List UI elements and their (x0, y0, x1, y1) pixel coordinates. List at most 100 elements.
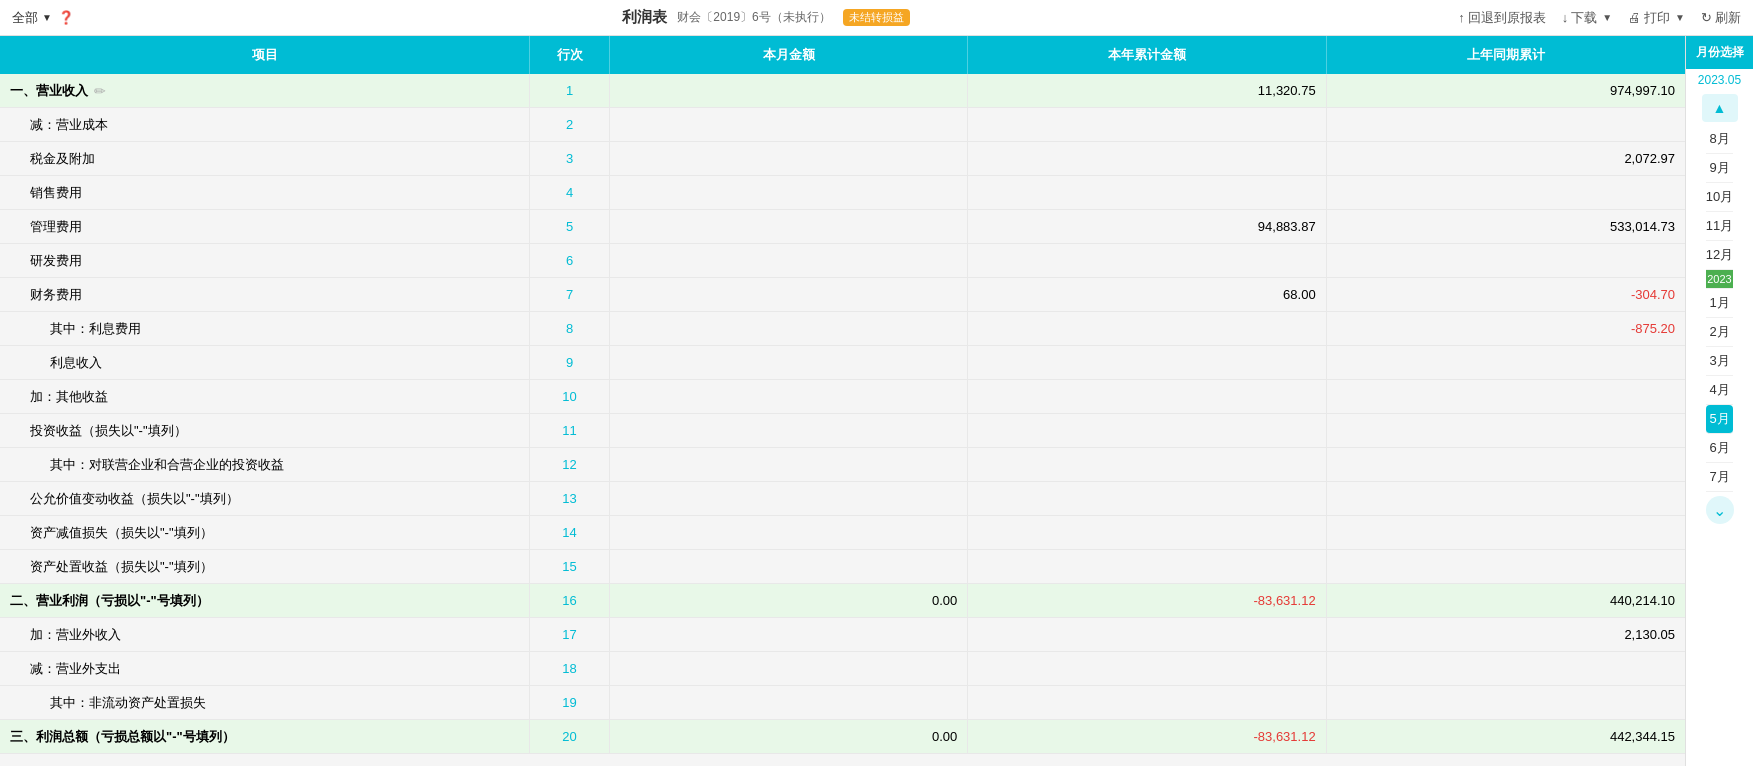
refresh-button[interactable]: ↻ 刷新 (1701, 9, 1741, 27)
cell-row-number: 6 (530, 244, 610, 277)
cell-item: 公允价值变动收益（损失以"-"填列） (0, 482, 530, 515)
sidebar-month-item[interactable]: 11月 (1706, 212, 1733, 241)
sidebar: 月份选择 2023.05 ▲ 8月9月10月11月12月20231月2月3月4月… (1685, 36, 1753, 766)
table-row: 减：营业外支出18 (0, 652, 1685, 686)
cell-row-number: 12 (530, 448, 610, 481)
cell-item: 减：营业外支出 (0, 652, 530, 685)
cell-prev-amount (1327, 652, 1685, 685)
cell-month-amount (610, 482, 968, 515)
cell-ytd-amount (968, 652, 1326, 685)
cell-prev-amount (1327, 380, 1685, 413)
table-row: 加：营业外收入172,130.05 (0, 618, 1685, 652)
download-dropdown-icon: ▼ (1602, 12, 1612, 23)
item-label: 税金及附加 (30, 150, 95, 168)
cell-month-amount (610, 176, 968, 209)
item-label: 公允价值变动收益（损失以"-"填列） (30, 490, 239, 508)
cell-prev-amount (1327, 346, 1685, 379)
back-to-original-button[interactable]: ↑ 回退到原报表 (1458, 9, 1546, 27)
sidebar-month-item[interactable]: 4月 (1706, 376, 1733, 405)
item-label: 加：营业外收入 (30, 626, 121, 644)
cell-row-number: 4 (530, 176, 610, 209)
cell-row-number: 15 (530, 550, 610, 583)
cell-item: 减：营业成本 (0, 108, 530, 141)
table-row: 减：营业成本 2 (0, 108, 1685, 142)
cell-ytd-amount (968, 550, 1326, 583)
cell-ytd-amount: 94,883.87 (968, 210, 1326, 243)
print-dropdown-icon: ▼ (1675, 12, 1685, 23)
cell-month-amount (610, 380, 968, 413)
cell-row-number: 20 (530, 720, 610, 753)
cell-month-amount (610, 346, 968, 379)
all-dropdown[interactable]: 全部 ▼ (12, 9, 52, 27)
cell-prev-amount: 440,214.10 (1327, 584, 1685, 617)
cell-month-amount (610, 142, 968, 175)
cell-item: 三、利润总额（亏损总额以"-"号填列） (0, 720, 530, 753)
item-label: 投资收益（损失以"-"填列） (30, 422, 187, 440)
edit-icon[interactable]: ✏ (94, 83, 106, 99)
cell-prev-amount (1327, 108, 1685, 141)
cell-month-amount (610, 210, 968, 243)
sidebar-month-item[interactable]: 7月 (1706, 463, 1733, 492)
sidebar-month-item[interactable]: 3月 (1706, 347, 1733, 376)
sidebar-month-item[interactable]: 2023 (1706, 270, 1733, 289)
item-label: 减：营业成本 (30, 116, 108, 134)
cell-month-amount (610, 108, 968, 141)
cell-month-amount (610, 278, 968, 311)
header-ytd: 本年累计金额 (968, 36, 1326, 74)
header-item: 项目 (0, 36, 530, 74)
table-row: 其中：对联营企业和合营企业的投资收益12 (0, 448, 1685, 482)
cell-ytd-amount (968, 448, 1326, 481)
sidebar-month-item[interactable]: 12月 (1706, 241, 1733, 270)
cell-item: 二、营业利润（亏损以"-"号填列） (0, 584, 530, 617)
table-row: 其中：利息费用8-875.20 (0, 312, 1685, 346)
sidebar-month-item[interactable]: 2月 (1706, 318, 1733, 347)
cell-ytd-amount (968, 686, 1326, 719)
item-label: 一、营业收入 (10, 82, 88, 100)
cell-row-number: 11 (530, 414, 610, 447)
sidebar-month-item[interactable]: 8月 (1706, 125, 1733, 154)
cell-row-number: 2 (530, 108, 610, 141)
cell-month-amount (610, 74, 968, 107)
sidebar-month-item[interactable]: 1月 (1706, 289, 1733, 318)
download-button[interactable]: ↓ 下载 ▼ (1562, 9, 1612, 27)
cell-prev-amount: -304.70 (1327, 278, 1685, 311)
sidebar-month-item[interactable]: 6月 (1706, 434, 1733, 463)
cell-item: 其中：对联营企业和合营企业的投资收益 (0, 448, 530, 481)
cell-item: 管理费用 (0, 210, 530, 243)
table-row: 管理费用594,883.87533,014.73 (0, 210, 1685, 244)
table-row: 投资收益（损失以"-"填列） 11 (0, 414, 1685, 448)
sidebar-month-item[interactable]: 9月 (1706, 154, 1733, 183)
sidebar-date: 2023.05 (1698, 69, 1741, 91)
help-icon[interactable]: ❓ (58, 10, 74, 25)
cell-prev-amount (1327, 176, 1685, 209)
cell-ytd-amount: 68.00 (968, 278, 1326, 311)
cell-row-number: 14 (530, 516, 610, 549)
cell-ytd-amount: 11,320.75 (968, 74, 1326, 107)
cell-prev-amount (1327, 244, 1685, 277)
sidebar-month-item[interactable]: 10月 (1706, 183, 1733, 212)
table-row: 一、营业收入✏111,320.75974,997.10 (0, 74, 1685, 108)
table-row: 加：其他收益10 (0, 380, 1685, 414)
cell-item: 利息收入 (0, 346, 530, 379)
sidebar-up-button[interactable]: ▲ (1702, 94, 1738, 122)
cell-row-number: 8 (530, 312, 610, 345)
cell-prev-amount: 974,997.10 (1327, 74, 1685, 107)
cell-item: 一、营业收入 ✏ (0, 74, 530, 107)
item-label: 资产处置收益（损失以"-"填列） (30, 558, 213, 576)
cell-prev-amount (1327, 686, 1685, 719)
cell-ytd-amount (968, 312, 1326, 345)
cell-month-amount: 0.00 (610, 720, 968, 753)
cell-prev-amount: 2,130.05 (1327, 618, 1685, 651)
cell-item: 加：其他收益 (0, 380, 530, 413)
cell-ytd-amount (968, 618, 1326, 651)
cell-item: 税金及附加 (0, 142, 530, 175)
sidebar-month-item[interactable]: 5月 (1706, 405, 1733, 434)
sidebar-expand-button[interactable]: ⌄ (1706, 496, 1734, 524)
table-row: 资产减值损失（损失以"-"填列）14 (0, 516, 1685, 550)
main-container: 项目 行次 本月金额 本年累计金额 上年同期累计 一、营业收入✏111,320.… (0, 36, 1753, 766)
cell-month-amount (610, 448, 968, 481)
cell-prev-amount: -875.20 (1327, 312, 1685, 345)
header-month: 本月金额 (610, 36, 968, 74)
table-row: 公允价值变动收益（损失以"-"填列）13 (0, 482, 1685, 516)
print-button[interactable]: 🖨 打印 ▼ (1628, 9, 1685, 27)
